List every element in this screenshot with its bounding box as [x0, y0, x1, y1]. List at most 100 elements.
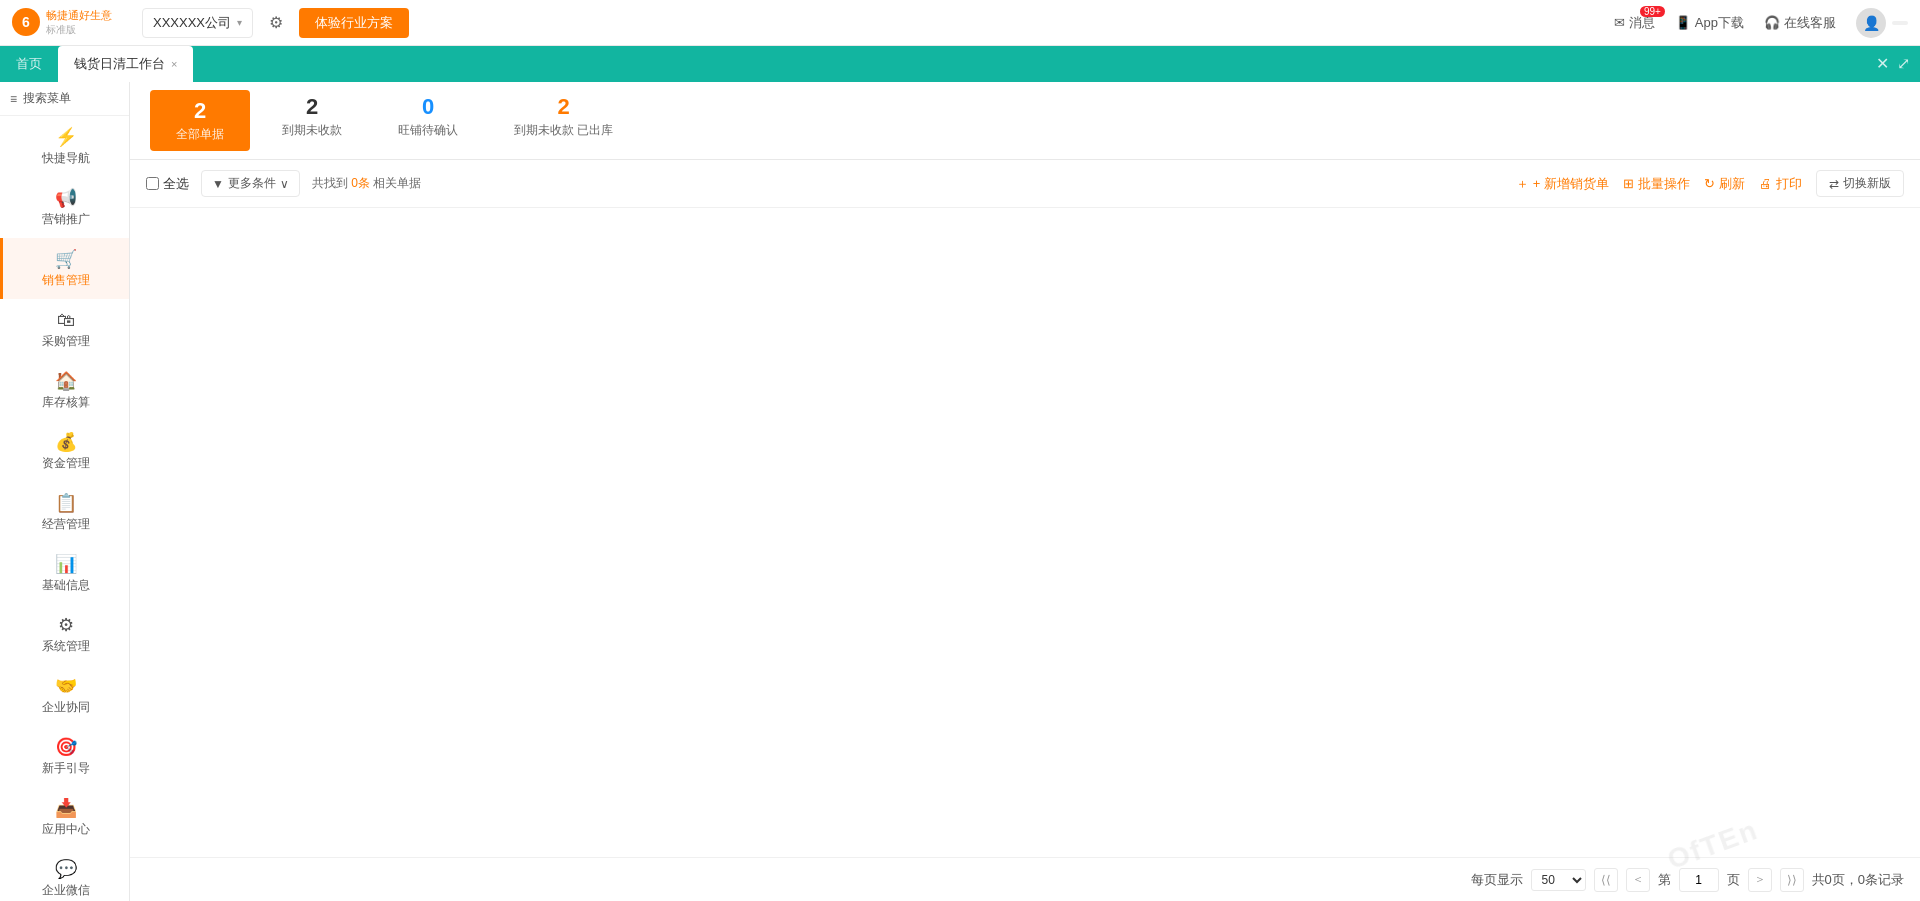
sidebar-item-marketing[interactable]: 📢 营销推广	[0, 177, 129, 238]
logo-area: 6 畅捷通好生意 标准版	[12, 8, 142, 36]
stat-overdue-label: 到期未收款	[282, 122, 342, 139]
sidebar-item-base-info[interactable]: 📊 基础信息	[0, 543, 129, 604]
stat-tabs: 2 全部单据 2 到期未收款 0 旺铺待确认 2 到期未收款 已出库	[130, 82, 1920, 160]
refresh-label: 刷新	[1719, 175, 1745, 193]
tab-workbench-label: 钱货日清工作台	[74, 55, 165, 73]
toolbar: 全选 ▼ 更多条件 ∨ 共找到 0条 相关单据 ＋ + 新增销货单 ⊞	[130, 160, 1920, 208]
logo-icon: 6	[12, 8, 40, 36]
switch-version-button[interactable]: ⇄ 切换新版	[1816, 170, 1904, 197]
search-menu-label: 搜索菜单	[23, 90, 71, 107]
page-next-button[interactable]: ＞	[1748, 868, 1772, 892]
stat-overdue-num: 2	[306, 94, 318, 120]
inventory-icon: 🏠	[55, 372, 77, 390]
sidebar-item-label: 企业协同	[42, 699, 90, 716]
settings-button[interactable]: ⚙	[261, 8, 291, 38]
stat-tab-pending[interactable]: 0 旺铺待确认	[370, 82, 486, 159]
sidebar-item-app-center[interactable]: 📥 应用中心	[0, 787, 129, 848]
more-filter-button[interactable]: ▼ 更多条件 ∨	[201, 170, 300, 197]
stat-tab-all[interactable]: 2 全部单据	[150, 90, 250, 151]
logo-text: 畅捷通好生意	[46, 8, 112, 22]
sidebar-item-label: 系统管理	[42, 638, 90, 655]
print-icon: 🖨	[1759, 176, 1772, 191]
switch-label: 切换新版	[1843, 175, 1891, 192]
finance-icon: 💰	[55, 433, 77, 451]
avatar-area[interactable]: 👤	[1856, 8, 1908, 38]
sidebar-item-finance[interactable]: 💰 资金管理	[0, 421, 129, 482]
tab-workbench[interactable]: 钱货日清工作台 ×	[58, 46, 193, 82]
window-maximize-icon[interactable]: ⤢	[1897, 56, 1910, 72]
add-order-button[interactable]: ＋ + 新增销货单	[1516, 175, 1609, 193]
stat-shipped-label: 到期未收款 已出库	[514, 122, 613, 139]
menu-icon: ≡	[10, 92, 17, 106]
found-prefix: 共找到	[312, 176, 348, 190]
switch-icon: ⇄	[1829, 177, 1839, 191]
nav-tabs: 首页 钱货日清工作台 × ✕ ⤢	[0, 46, 1920, 82]
window-close-icon[interactable]: ✕	[1876, 56, 1889, 72]
sidebar-item-label: 新手引导	[42, 760, 90, 777]
company-name: XXXXXX公司	[153, 14, 231, 32]
message-button[interactable]: ✉ 消息 99+	[1614, 14, 1655, 32]
sidebar-item-label: 采购管理	[42, 333, 90, 350]
sidebar-item-sales[interactable]: 🛒 销售管理	[0, 238, 129, 299]
page-prev-button[interactable]: ＜	[1626, 868, 1650, 892]
sidebar-item-inventory[interactable]: 🏠 库存核算	[0, 360, 129, 421]
quick-nav-icon: ⚡	[55, 128, 77, 146]
sidebar-item-label: 资金管理	[42, 455, 90, 472]
message-icon: ✉	[1614, 15, 1625, 30]
toolbar-right: ＋ + 新增销货单 ⊞ 批量操作 ↻ 刷新 🖨 打印 ⇄ 切换新版	[1516, 170, 1904, 197]
stat-pending-num: 0	[422, 94, 434, 120]
sidebar-item-label: 库存核算	[42, 394, 90, 411]
sidebar-item-operations[interactable]: 📋 经营管理	[0, 482, 129, 543]
page-first-button[interactable]: ⟨⟨	[1594, 868, 1618, 892]
select-all-checkbox[interactable]: 全选	[146, 175, 189, 193]
sidebar-item-weixin[interactable]: 💬 企业微信	[0, 848, 129, 901]
app-download-button[interactable]: 📱 App下载	[1675, 14, 1744, 32]
logo-tag: 标准版	[46, 23, 112, 37]
top-right-area: ✉ 消息 99+ 📱 App下载 🎧 在线客服 👤	[1614, 8, 1908, 38]
trial-button[interactable]: 体验行业方案	[299, 8, 409, 38]
select-all-input[interactable]	[146, 177, 159, 190]
tab-home[interactable]: 首页	[0, 46, 58, 82]
phone-icon: 📱	[1675, 15, 1691, 30]
table-area	[130, 208, 1920, 857]
found-count: 0条	[351, 176, 370, 190]
per-page-select[interactable]: 50 20 100	[1531, 869, 1586, 891]
sidebar: ≡ 搜索菜单 ⚡ 快捷导航 📢 营销推广 🛒 销售管理 🛍 采购管理 🏠 库存核…	[0, 82, 130, 901]
page-input[interactable]	[1679, 868, 1719, 892]
print-button[interactable]: 🖨 打印	[1759, 175, 1802, 193]
sidebar-item-guide[interactable]: 🎯 新手引导	[0, 726, 129, 787]
base-info-icon: 📊	[55, 555, 77, 573]
stat-tab-shipped[interactable]: 2 到期未收款 已出库	[486, 82, 641, 159]
sidebar-item-label: 销售管理	[42, 272, 90, 289]
top-bar: 6 畅捷通好生意 标准版 XXXXXX公司 ▾ ⚙ 体验行业方案 ✉ 消息 99…	[0, 0, 1920, 46]
chevron-down-icon: ▾	[237, 17, 242, 28]
add-btn-label: + 新增销货单	[1533, 175, 1609, 193]
weixin-icon: 💬	[55, 860, 77, 878]
batch-operation-button[interactable]: ⊞ 批量操作	[1623, 175, 1690, 193]
nav-tabs-right: ✕ ⤢	[1876, 56, 1920, 72]
main-content: 2 全部单据 2 到期未收款 0 旺铺待确认 2 到期未收款 已出库 全选	[130, 82, 1920, 901]
refresh-button[interactable]: ↻ 刷新	[1704, 175, 1745, 193]
page-last-button[interactable]: ⟩⟩	[1780, 868, 1804, 892]
company-selector[interactable]: XXXXXX公司 ▾	[142, 8, 253, 38]
stat-pending-label: 旺铺待确认	[398, 122, 458, 139]
empty-state	[130, 208, 1920, 857]
sidebar-item-system[interactable]: ⚙ 系统管理	[0, 604, 129, 665]
headset-icon: 🎧	[1764, 15, 1780, 30]
online-service-button[interactable]: 🎧 在线客服	[1764, 14, 1836, 32]
chevron-icon: ∨	[280, 177, 289, 191]
avatar: 👤	[1856, 8, 1886, 38]
per-page-label: 每页显示	[1471, 871, 1523, 889]
pagination: 每页显示 50 20 100 ⟨⟨ ＜ 第 页 ＞ ⟩⟩ 共0页，0条记录	[130, 857, 1920, 901]
sidebar-item-cooperation[interactable]: 🤝 企业协同	[0, 665, 129, 726]
tab-close-icon[interactable]: ×	[171, 58, 177, 70]
cooperation-icon: 🤝	[55, 677, 77, 695]
sidebar-item-label: 基础信息	[42, 577, 90, 594]
refresh-icon: ↻	[1704, 176, 1715, 191]
stat-tab-overdue[interactable]: 2 到期未收款	[254, 82, 370, 159]
sidebar-item-quick-nav[interactable]: ⚡ 快捷导航	[0, 116, 129, 177]
sidebar-item-label: 营销推广	[42, 211, 90, 228]
search-menu-button[interactable]: ≡ 搜索菜单	[0, 82, 129, 116]
sidebar-item-purchase[interactable]: 🛍 采购管理	[0, 299, 129, 360]
more-filter-label: 更多条件	[228, 175, 276, 192]
